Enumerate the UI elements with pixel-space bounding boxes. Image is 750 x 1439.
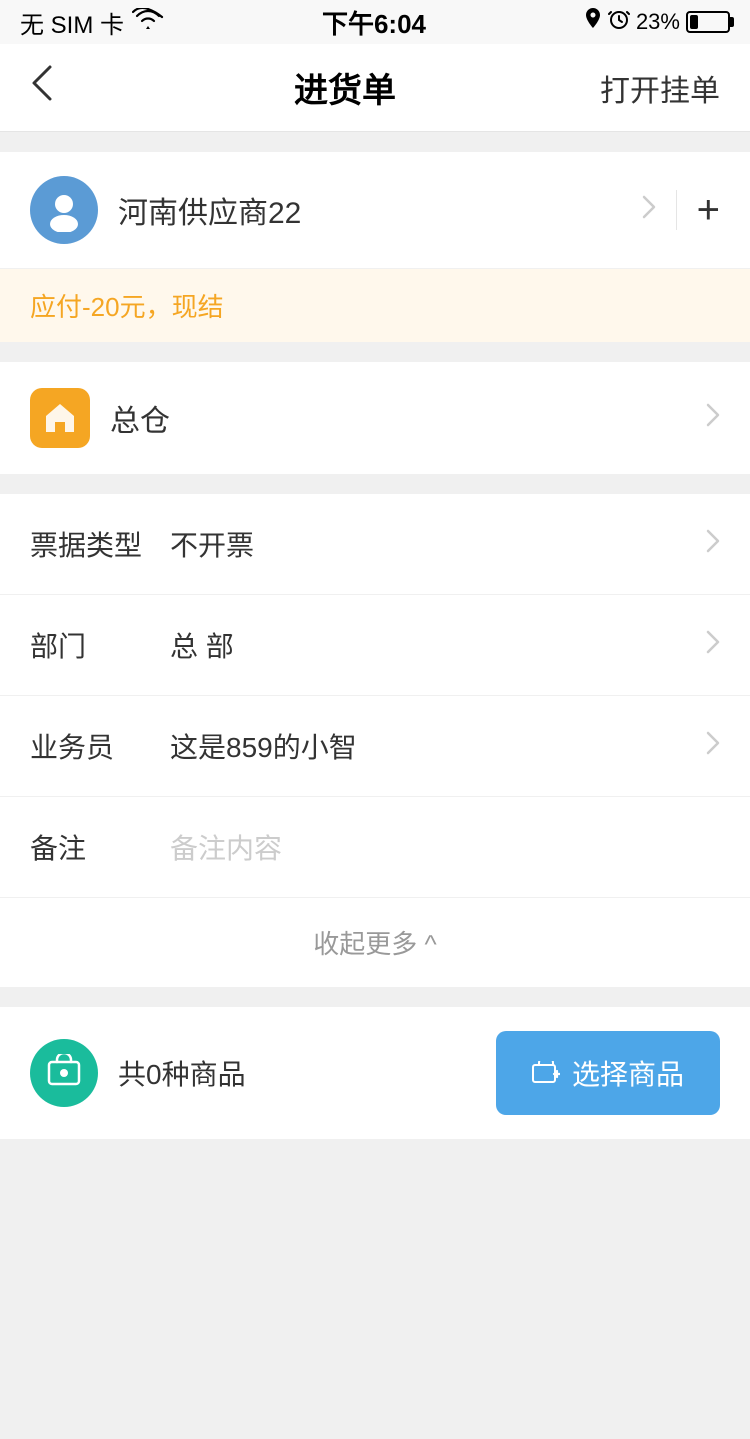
salesperson-row[interactable]: 业务员 这是859的小智 (0, 696, 750, 797)
invoice-type-chevron-icon (706, 528, 720, 560)
supplier-row[interactable]: 河南供应商22 + (0, 152, 750, 269)
product-icon (30, 1039, 98, 1107)
battery-icon (686, 11, 730, 33)
department-label: 部门 (30, 625, 150, 665)
status-left: 无 SIM 卡 (20, 5, 164, 40)
remark-label: 备注 (30, 827, 150, 867)
alarm-icon (608, 8, 630, 36)
remark-input[interactable]: 备注内容 (150, 827, 720, 867)
warehouse-section: 总仓 (0, 362, 750, 474)
status-right: 23% (584, 8, 730, 36)
page-title: 进货单 (294, 63, 396, 112)
status-bar: 无 SIM 卡 下午6:04 23% (0, 0, 750, 44)
form-section: 票据类型 不开票 部门 总 部 业务员 这是859的小智 备注 备注内容 (0, 494, 750, 897)
select-product-button[interactable]: 选择商品 (496, 1031, 720, 1115)
main-content: 河南供应商22 + 应付-20元，现结 总仓 票据类型 (0, 152, 750, 1439)
warehouse-row[interactable]: 总仓 (0, 362, 750, 474)
wifi-icon (132, 8, 164, 37)
nav-bar: 进货单 打开挂单 (0, 44, 750, 132)
warehouse-chevron-icon (706, 402, 720, 434)
department-chevron-icon (706, 629, 720, 661)
divider (676, 190, 677, 230)
status-time: 下午6:04 (322, 4, 426, 41)
warehouse-name: 总仓 (110, 396, 706, 440)
collapse-button[interactable]: 收起更多 ^ (0, 897, 750, 987)
select-product-label: 选择商品 (572, 1053, 684, 1093)
supplier-chevron-icon (642, 194, 656, 226)
bottom-bar: 共0种商品 选择商品 (0, 1007, 750, 1139)
department-row[interactable]: 部门 总 部 (0, 595, 750, 696)
salesperson-label: 业务员 (30, 726, 150, 766)
carrier-text: 无 SIM 卡 (20, 5, 124, 40)
bottom-gray-area (0, 1139, 750, 1439)
notice-bar: 应付-20元，现结 (0, 269, 750, 342)
warehouse-icon (30, 388, 90, 448)
supplier-avatar (30, 176, 98, 244)
salesperson-chevron-icon (706, 730, 720, 762)
supplier-section: 河南供应商22 + 应付-20元，现结 (0, 152, 750, 342)
battery-percent: 23% (636, 9, 680, 35)
back-button[interactable] (30, 63, 90, 113)
product-count: 共0种商品 (118, 1053, 476, 1093)
add-supplier-button[interactable]: + (697, 188, 720, 233)
location-icon (584, 8, 602, 36)
invoice-type-value: 不开票 (150, 524, 706, 564)
invoice-type-row[interactable]: 票据类型 不开票 (0, 494, 750, 595)
remark-row[interactable]: 备注 备注内容 (0, 797, 750, 897)
invoice-type-label: 票据类型 (30, 524, 150, 564)
department-value: 总 部 (150, 625, 706, 665)
open-pending-button[interactable]: 打开挂单 (600, 66, 720, 110)
supplier-name: 河南供应商22 (118, 188, 642, 232)
salesperson-value: 这是859的小智 (150, 726, 706, 766)
